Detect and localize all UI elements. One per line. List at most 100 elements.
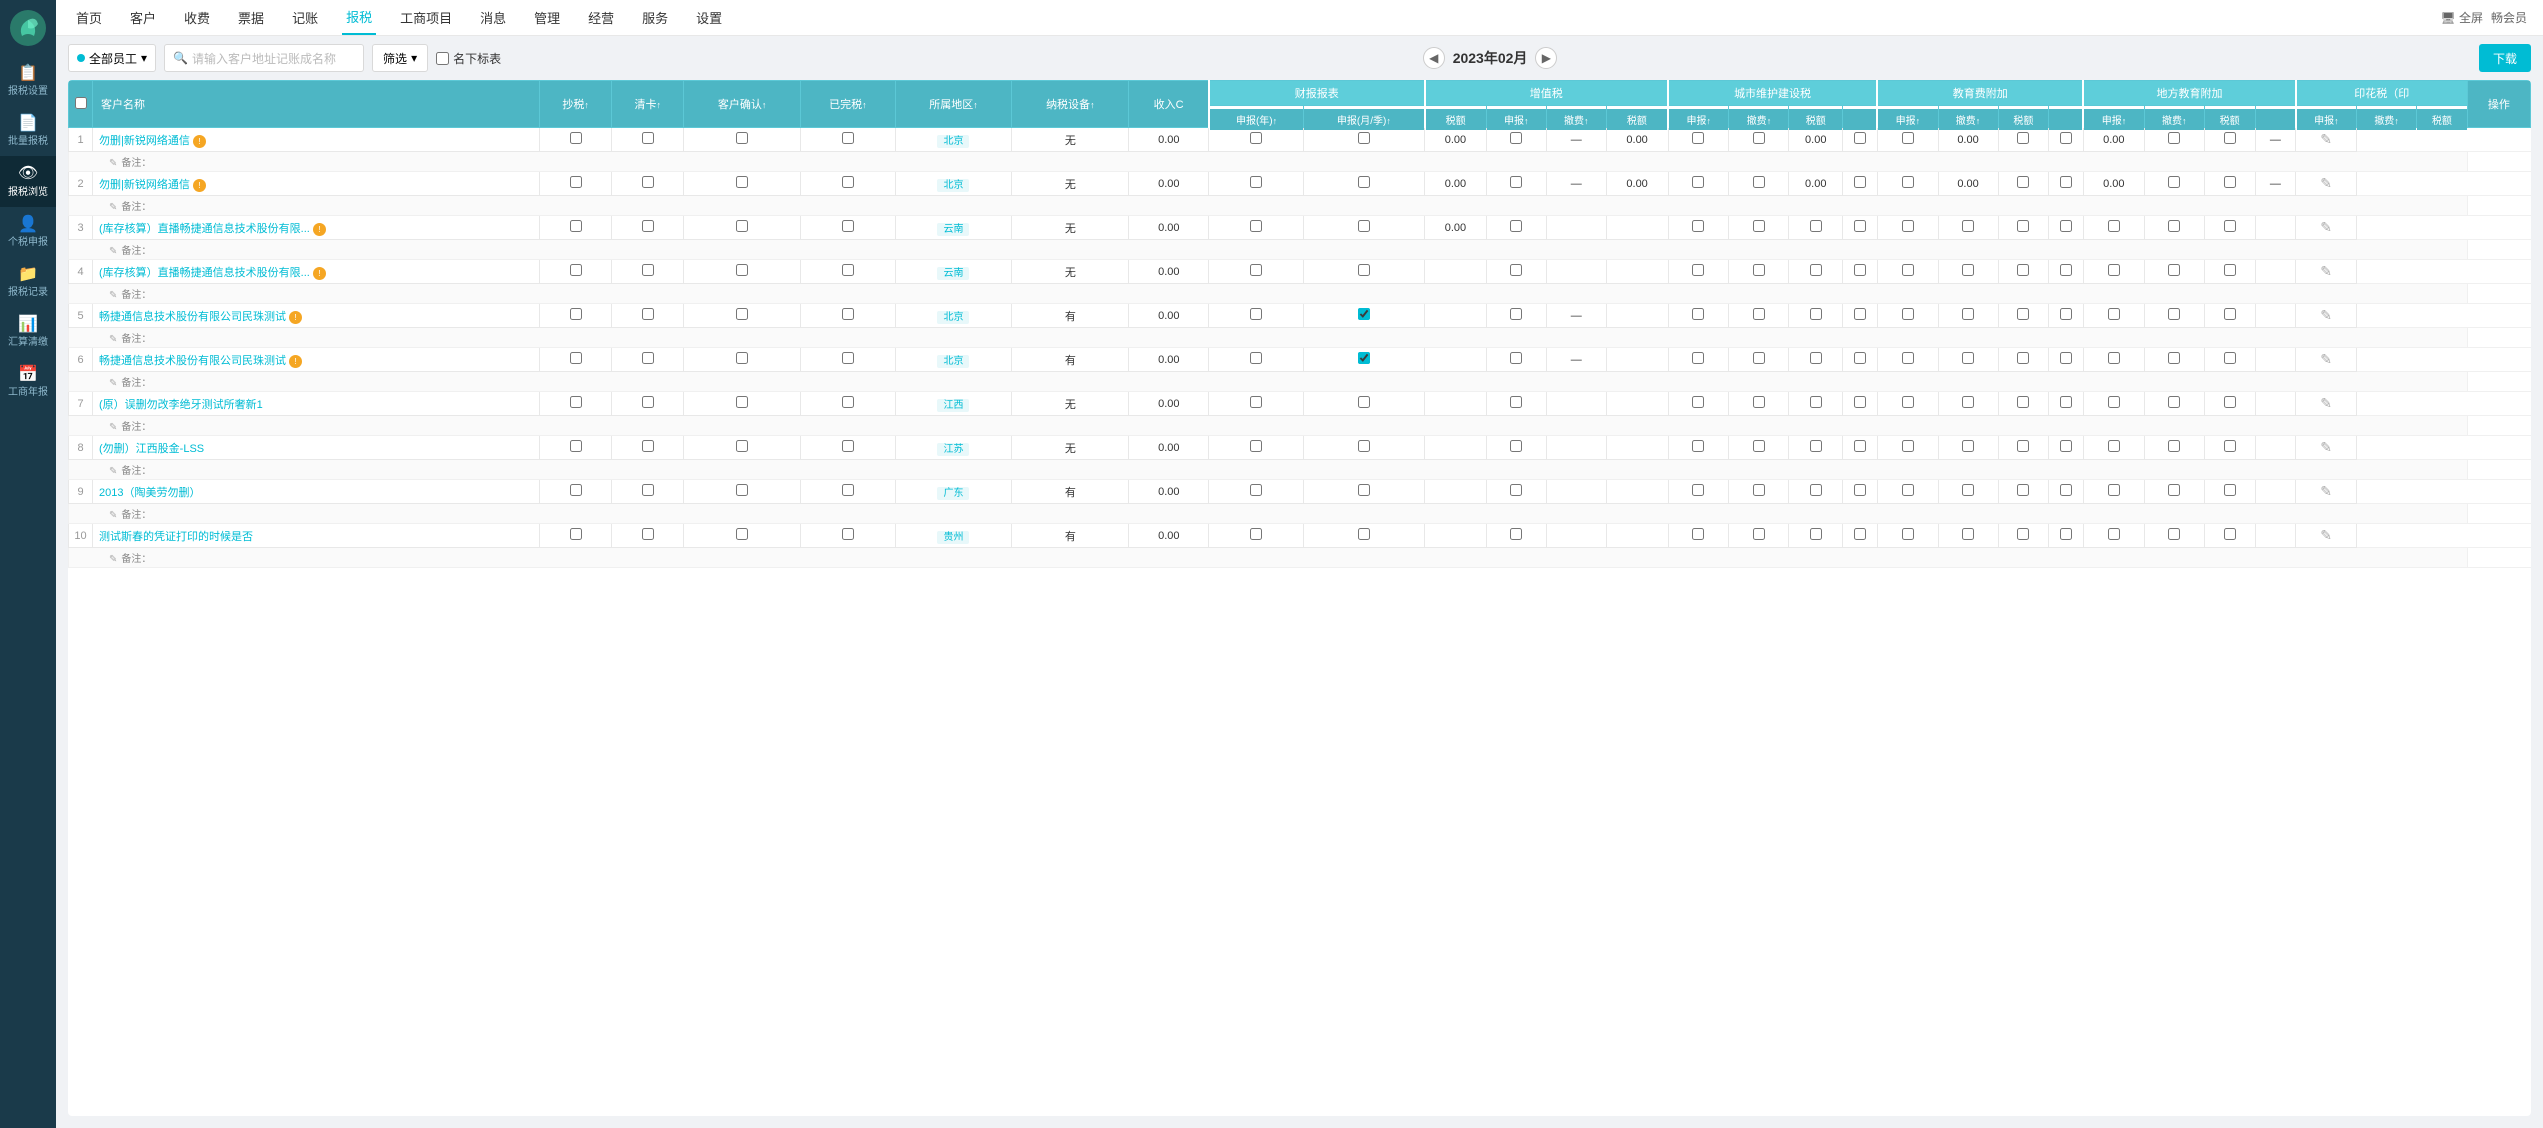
- edu_report-cell[interactable]: [1843, 436, 1878, 460]
- fin-year-cell[interactable]: [1209, 392, 1304, 416]
- app-logo[interactable]: [8, 8, 48, 48]
- local_fee-cell[interactable]: [2049, 172, 2084, 196]
- confirm-cell[interactable]: [684, 128, 801, 152]
- local_report-cell[interactable]: [1998, 436, 2049, 460]
- fin-month-cell[interactable]: [1304, 172, 1425, 196]
- city_report-cell[interactable]: [1668, 392, 1729, 416]
- qing_ka-cell[interactable]: [612, 480, 684, 504]
- chao_shui-cell[interactable]: [540, 260, 612, 284]
- actions-cell[interactable]: ✎: [2296, 348, 2357, 372]
- local_fee-cell[interactable]: [2049, 260, 2084, 284]
- confirm-cell[interactable]: [684, 216, 801, 240]
- edu_report-cell[interactable]: [1843, 128, 1878, 152]
- local_fee-cell[interactable]: [2049, 348, 2084, 372]
- local_fee-cell[interactable]: [2049, 216, 2084, 240]
- nav-home[interactable]: 首页: [72, 0, 106, 35]
- local_report-cell[interactable]: [1998, 172, 2049, 196]
- edu_fee-cell[interactable]: [1877, 392, 1938, 416]
- download-button[interactable]: 下载: [2479, 44, 2531, 72]
- sidebar-item-tax-records[interactable]: 📁 报税记录: [0, 257, 56, 307]
- paid-cell[interactable]: [801, 524, 895, 548]
- edu_fee-cell[interactable]: [1877, 436, 1938, 460]
- vat-report-cell[interactable]: [1486, 392, 1546, 416]
- local_tax-cell[interactable]: [1938, 260, 1998, 284]
- local_tax-cell[interactable]: [1938, 436, 1998, 460]
- local_fee-cell[interactable]: [2049, 524, 2084, 548]
- stamp_report-cell[interactable]: [2144, 128, 2204, 152]
- edit-icon[interactable]: ✎: [2320, 483, 2332, 499]
- search-box[interactable]: 🔍 请输入客户地址记账成名称: [164, 44, 364, 72]
- edu_report-cell[interactable]: [1843, 172, 1878, 196]
- city_fee-cell[interactable]: [1729, 304, 1789, 328]
- edu_fee-cell[interactable]: [1877, 260, 1938, 284]
- qing_ka-cell[interactable]: [612, 304, 684, 328]
- vat-report-cell[interactable]: [1486, 172, 1546, 196]
- fin-year-cell[interactable]: [1209, 480, 1304, 504]
- local_tax-cell[interactable]: [1938, 348, 1998, 372]
- sidebar-item-annual-report[interactable]: 📅 工商年报: [0, 357, 56, 407]
- local_report-cell[interactable]: [1998, 216, 2049, 240]
- sidebar-item-tax-settings[interactable]: 📋 报税设置: [0, 56, 56, 106]
- edu_report-cell[interactable]: [1843, 524, 1878, 548]
- stamp_fee-cell[interactable]: [2204, 480, 2255, 504]
- nav-accounting[interactable]: 记账: [288, 0, 322, 35]
- city_fee-cell[interactable]: [1729, 348, 1789, 372]
- edu_fee-cell[interactable]: [1877, 216, 1938, 240]
- sidebar-item-summary[interactable]: 📊 汇算清缴: [0, 307, 56, 357]
- stamp_fee-cell[interactable]: [2204, 348, 2255, 372]
- fin-month-cell[interactable]: [1304, 348, 1425, 372]
- edu_fee-cell[interactable]: [1877, 348, 1938, 372]
- actions-cell[interactable]: ✎: [2296, 216, 2357, 240]
- stamp_fee-cell[interactable]: [2204, 128, 2255, 152]
- edu_report-cell[interactable]: [1843, 260, 1878, 284]
- stamp_fee-cell[interactable]: [2204, 436, 2255, 460]
- edit-icon[interactable]: ✎: [2320, 527, 2332, 543]
- chao_shui-cell[interactable]: [540, 480, 612, 504]
- city_fee-cell[interactable]: [1729, 524, 1789, 548]
- paid-cell[interactable]: [801, 216, 895, 240]
- edu_tax-cell[interactable]: [1789, 392, 1843, 416]
- prev-month-btn[interactable]: ◀: [1423, 47, 1445, 69]
- nav-customer[interactable]: 客户: [126, 0, 160, 35]
- qing_ka-cell[interactable]: [612, 436, 684, 460]
- fin-year-cell[interactable]: [1209, 128, 1304, 152]
- stamp_fee-cell[interactable]: [2204, 172, 2255, 196]
- nav-billing[interactable]: 收费: [180, 0, 214, 35]
- fin-month-cell[interactable]: [1304, 392, 1425, 416]
- city_report-cell[interactable]: [1668, 480, 1729, 504]
- edu_report-cell[interactable]: [1843, 216, 1878, 240]
- checkbox-label[interactable]: 名下标表: [436, 50, 501, 67]
- vat-report-cell[interactable]: [1486, 216, 1546, 240]
- edu_tax-cell[interactable]: [1789, 480, 1843, 504]
- confirm-cell[interactable]: [684, 436, 801, 460]
- paid-cell[interactable]: [801, 436, 895, 460]
- paid-cell[interactable]: [801, 304, 895, 328]
- actions-cell[interactable]: ✎: [2296, 260, 2357, 284]
- city_fee-cell[interactable]: [1729, 480, 1789, 504]
- stamp_tax-cell[interactable]: [2083, 216, 2144, 240]
- select-all-checkbox[interactable]: [75, 97, 87, 109]
- qing_ka-cell[interactable]: [612, 216, 684, 240]
- edu_tax-cell[interactable]: [1789, 216, 1843, 240]
- edu_tax-cell[interactable]: [1789, 260, 1843, 284]
- edu_fee-cell[interactable]: [1877, 172, 1938, 196]
- edu_report-cell[interactable]: [1843, 304, 1878, 328]
- local_tax-cell[interactable]: [1938, 304, 1998, 328]
- next-month-btn[interactable]: ▶: [1535, 47, 1557, 69]
- edu_fee-cell[interactable]: [1877, 128, 1938, 152]
- local_report-cell[interactable]: [1998, 524, 2049, 548]
- city_report-cell[interactable]: [1668, 260, 1729, 284]
- city_report-cell[interactable]: [1668, 172, 1729, 196]
- stamp_report-cell[interactable]: [2144, 216, 2204, 240]
- city_fee-cell[interactable]: [1729, 436, 1789, 460]
- paid-cell[interactable]: [801, 392, 895, 416]
- fin-year-cell[interactable]: [1209, 260, 1304, 284]
- local_fee-cell[interactable]: [2049, 304, 2084, 328]
- vat-report-cell[interactable]: [1486, 524, 1546, 548]
- local_fee-cell[interactable]: [2049, 392, 2084, 416]
- confirm-cell[interactable]: [684, 392, 801, 416]
- nav-tax[interactable]: 报税: [342, 0, 376, 35]
- fin-month-cell[interactable]: [1304, 216, 1425, 240]
- paid-cell[interactable]: [801, 260, 895, 284]
- vat-report-cell[interactable]: [1486, 128, 1546, 152]
